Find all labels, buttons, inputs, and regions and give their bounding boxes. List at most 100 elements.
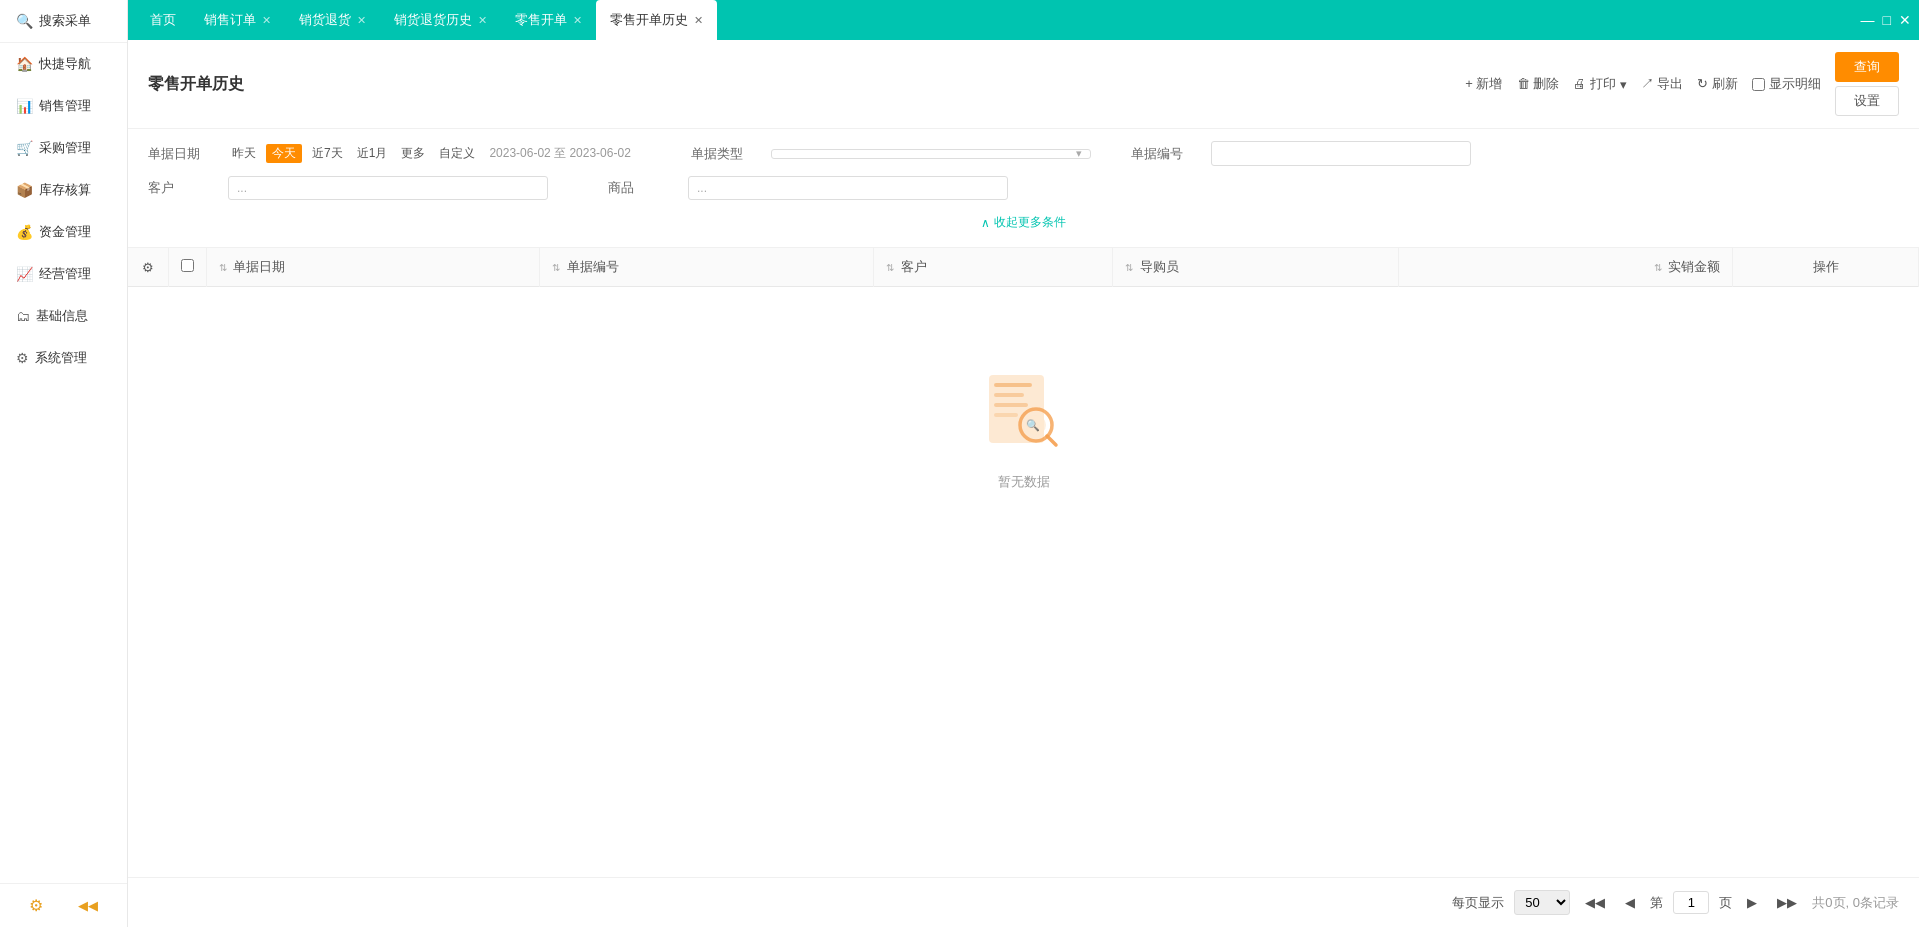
sidebar-item-label: 快捷导航	[39, 55, 91, 73]
sidebar-item-label: 基础信息	[36, 307, 88, 325]
sidebar-item-operations[interactable]: 📈 经营管理	[0, 253, 127, 295]
empty-state: 🔍 暂无数据	[128, 287, 1919, 571]
sidebar-item-finance[interactable]: 💰 资金管理	[0, 211, 127, 253]
display-col-checkbox[interactable]	[1752, 78, 1765, 91]
last-page-btn[interactable]: ▶▶	[1772, 893, 1802, 912]
page-size-label: 每页显示	[1452, 894, 1504, 912]
date-btn-today[interactable]: 今天	[266, 144, 302, 163]
sidebar-item-inventory[interactable]: 📦 库存核算	[0, 169, 127, 211]
home-icon: 🏠	[16, 56, 33, 72]
date-btn-custom[interactable]: 自定义	[435, 144, 479, 163]
th-date[interactable]: ⇅ 单据日期	[206, 248, 540, 287]
tab-sales-return-history[interactable]: 销货退货历史 ✕	[380, 0, 501, 40]
table-container: ⚙ ⇅ 单据日期 ⇅ 单据编号 ⇅ 客户	[128, 248, 1919, 877]
sidebar-item-quick-nav[interactable]: 🏠 快捷导航	[0, 43, 127, 85]
close-btn[interactable]: ✕	[1899, 12, 1911, 28]
tab-retail-open-history-label: 零售开单历史	[610, 11, 688, 29]
sort-no-icon: ⇅	[552, 262, 560, 273]
tabs-bar: 首页 销售订单 ✕ 销货退货 ✕ 销货退货历史 ✕ 零售开单 ✕ 零售开单历史 …	[128, 0, 1919, 40]
sidebar-item-label: 销售管理	[39, 97, 91, 115]
display-col-checkbox-label[interactable]: 显示明细	[1752, 75, 1821, 93]
doc-type-chevron-icon: ▾	[1076, 147, 1082, 160]
collapse-label: 收起更多条件	[994, 214, 1066, 231]
tab-sales-order[interactable]: 销售订单 ✕	[190, 0, 285, 40]
th-check[interactable]	[168, 248, 206, 287]
maximize-btn[interactable]: □	[1883, 12, 1891, 28]
th-no[interactable]: ⇅ 单据编号	[540, 248, 874, 287]
next-page-btn[interactable]: ▶	[1742, 893, 1762, 912]
search-icon: 🔍	[16, 13, 33, 29]
tab-retail-open-close[interactable]: ✕	[573, 14, 582, 27]
tab-retail-open[interactable]: 零售开单 ✕	[501, 0, 596, 40]
collapse-sidebar-icon[interactable]: ◀◀	[78, 898, 98, 913]
refresh-button[interactable]: ↻ 刷新	[1697, 75, 1738, 93]
sort-customer-icon: ⇅	[886, 262, 894, 273]
minimize-btn[interactable]: —	[1861, 12, 1875, 28]
add-button[interactable]: + 新增	[1465, 75, 1502, 93]
date-btn-more[interactable]: 更多	[397, 144, 429, 163]
tab-retail-open-history[interactable]: 零售开单历史 ✕	[596, 0, 717, 40]
tab-home-label: 首页	[150, 11, 176, 29]
customer-filter-label: 客户	[148, 179, 208, 197]
th-amount[interactable]: ⇅ 实销金额	[1399, 248, 1733, 287]
empty-text: 暂无数据	[998, 473, 1050, 491]
customer-input-wrapper[interactable]: ...	[228, 176, 548, 200]
delete-button[interactable]: 🗑 删除	[1517, 75, 1560, 93]
date-btn-last-month[interactable]: 近1月	[353, 144, 392, 163]
sidebar-item-purchase-mgmt[interactable]: 🛒 采购管理	[0, 127, 127, 169]
window-controls: — □ ✕	[1861, 12, 1911, 28]
filter-row-2: 客户 ... 商品 ...	[148, 176, 1899, 200]
content-area: 零售开单历史 + 新增 🗑 删除 🖨 打印 ▾ ↗ 导出 ↻ 刷新 显示明细 查…	[128, 40, 1919, 927]
gear-icon: ⚙	[16, 350, 29, 366]
sidebar-search[interactable]: 🔍 搜索采单	[0, 0, 127, 43]
date-btn-last7[interactable]: 近7天	[308, 144, 347, 163]
sidebar: 🔍 搜索采单 🏠 快捷导航 📊 销售管理 🛒 采购管理 📦 库存核算 💰 资金管…	[0, 0, 128, 927]
print-button[interactable]: 🖨 打印 ▾	[1573, 75, 1627, 93]
setting-button[interactable]: 设置	[1835, 86, 1899, 116]
tab-sales-return-close[interactable]: ✕	[357, 14, 366, 27]
tab-home[interactable]: 首页	[136, 0, 190, 40]
data-table: ⚙ ⇅ 单据日期 ⇅ 单据编号 ⇅ 客户	[128, 248, 1919, 287]
goods-dots: ...	[697, 181, 707, 195]
th-guide[interactable]: ⇅ 导购员	[1113, 248, 1399, 287]
sidebar-item-basic-info[interactable]: 🗂 基础信息	[0, 295, 127, 337]
tab-sales-order-close[interactable]: ✕	[262, 14, 271, 27]
query-button[interactable]: 查询	[1835, 52, 1899, 82]
collapse-up-icon: ∧	[981, 216, 990, 230]
chart-icon: 📊	[16, 98, 33, 114]
goods-input-wrapper[interactable]: ...	[688, 176, 1008, 200]
empty-icon: 🔍	[974, 367, 1074, 457]
export-button[interactable]: ↗ 导出	[1641, 75, 1684, 93]
page-size-select[interactable]: 10 20 50 100	[1514, 890, 1570, 915]
svg-rect-1	[994, 383, 1032, 387]
folder-icon: 🗂	[16, 308, 30, 324]
pagination: 每页显示 10 20 50 100 ◀◀ ◀ 第 页 ▶ ▶▶ 共0页, 0条记…	[128, 877, 1919, 927]
filter-date-btns: 昨天 今天 近7天 近1月 更多 自定义 2023-06-02 至 2023-0…	[228, 144, 631, 163]
tab-sales-return[interactable]: 销货退货 ✕	[285, 0, 380, 40]
sidebar-bottom: ⚙ ◀◀	[0, 883, 127, 927]
select-all-checkbox[interactable]	[181, 259, 194, 272]
sidebar-item-label: 经营管理	[39, 265, 91, 283]
display-col-label: 显示明细	[1769, 75, 1821, 93]
date-btn-yesterday[interactable]: 昨天	[228, 144, 260, 163]
query-setting-group: 查询 设置	[1835, 52, 1899, 116]
page-input[interactable]	[1673, 891, 1709, 914]
page-suffix-label: 页	[1719, 894, 1732, 912]
collapse-more-btn[interactable]: ∧ 收起更多条件	[148, 210, 1899, 235]
sort-guide-icon: ⇅	[1125, 262, 1133, 273]
settings-bottom-icon[interactable]: ⚙	[29, 896, 43, 915]
tab-sales-return-history-close[interactable]: ✕	[478, 14, 487, 27]
first-page-btn[interactable]: ◀◀	[1580, 893, 1610, 912]
doc-type-select[interactable]: ▾	[771, 149, 1091, 159]
prev-page-btn[interactable]: ◀	[1620, 893, 1640, 912]
total-info: 共0页, 0条记录	[1812, 894, 1899, 912]
th-customer[interactable]: ⇅ 客户	[874, 248, 1113, 287]
trending-icon: 📈	[16, 266, 33, 282]
doc-no-input[interactable]	[1211, 141, 1471, 166]
th-customer-label: 客户	[901, 259, 927, 274]
sidebar-item-sys-mgmt[interactable]: ⚙ 系统管理	[0, 337, 127, 379]
sidebar-item-sales-mgmt[interactable]: 📊 销售管理	[0, 85, 127, 127]
th-settings[interactable]: ⚙	[128, 248, 168, 287]
tab-retail-open-history-close[interactable]: ✕	[694, 14, 703, 27]
goods-filter-label: 商品	[608, 179, 668, 197]
